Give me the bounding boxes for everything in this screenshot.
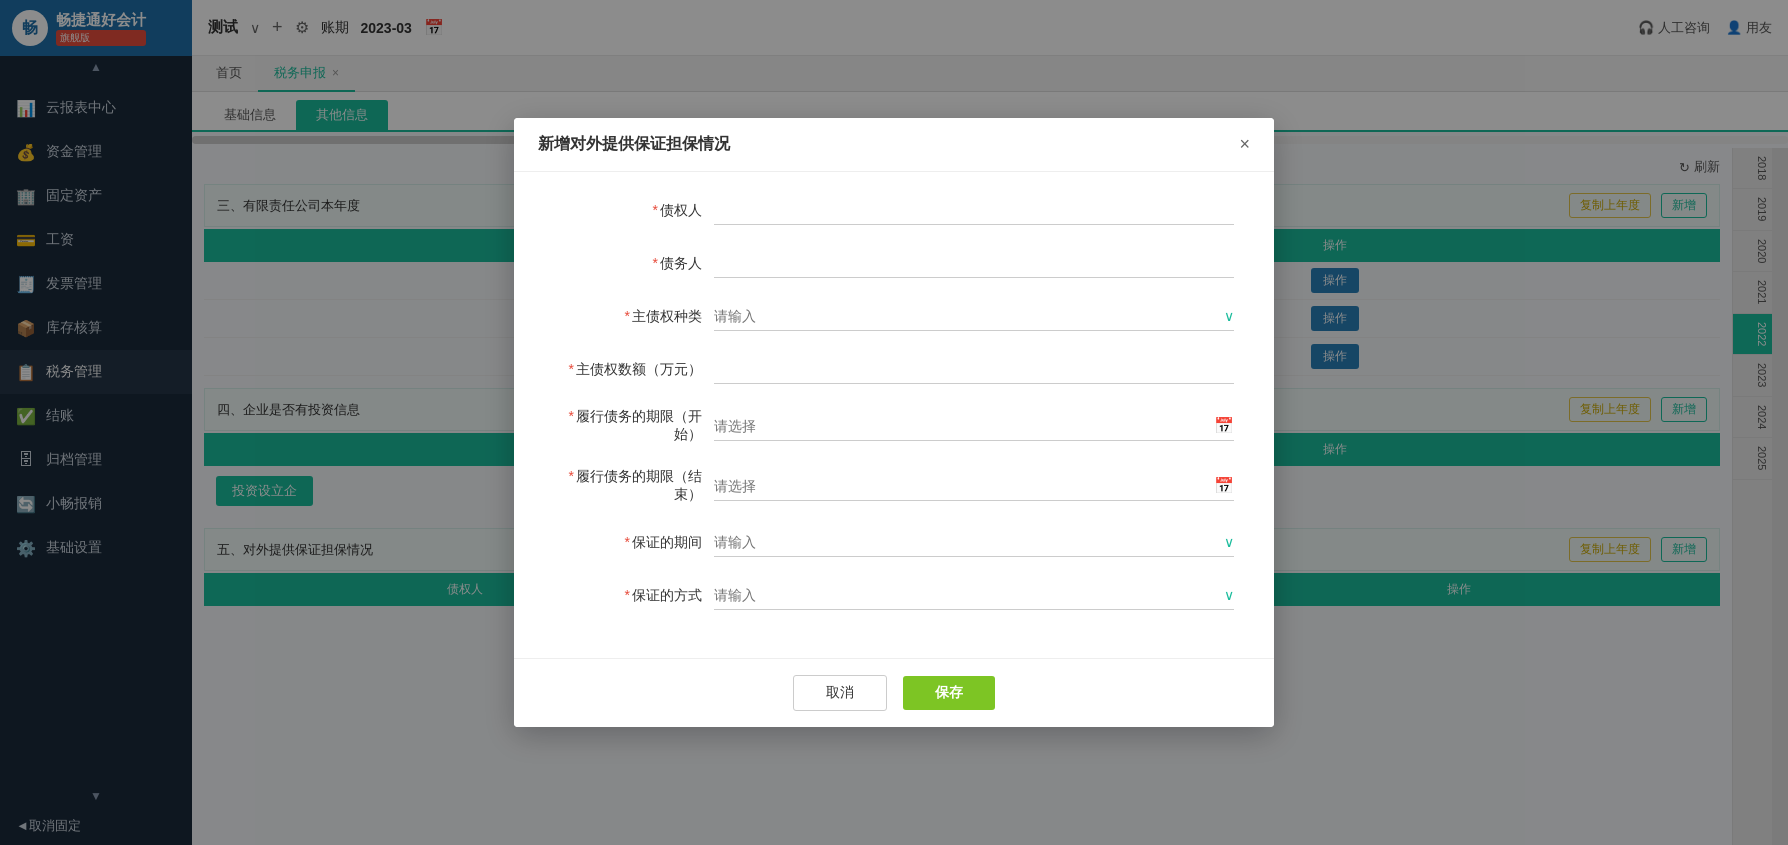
claim-type-label: *主债权种类 xyxy=(554,308,714,326)
claim-type-input[interactable] xyxy=(714,302,1224,330)
guarantee-method-input[interactable] xyxy=(714,581,1224,609)
guarantee-method-select-wrap: ∨ xyxy=(714,581,1234,610)
guarantee-method-dropdown-icon[interactable]: ∨ xyxy=(1224,587,1234,603)
guarantee-period-dropdown-icon[interactable]: ∨ xyxy=(1224,534,1234,550)
form-row-guarantee-period: *保证的期间 ∨ xyxy=(554,528,1234,557)
debt-start-label: *履行债务的期限（开始） xyxy=(554,408,714,444)
guarantee-period-select-wrap: ∨ xyxy=(714,528,1234,557)
modal-overlay: 新增对外提供保证担保情况 × *债权人 *债务人 *主债权种类 xyxy=(0,0,1788,845)
debt-end-calendar-icon[interactable]: 📅 xyxy=(1214,476,1234,495)
modal-close-button[interactable]: × xyxy=(1239,134,1250,155)
form-row-claim-type: *主债权种类 ∨ xyxy=(554,302,1234,331)
guarantee-period-input[interactable] xyxy=(714,528,1224,556)
form-row-debtor: *债务人 xyxy=(554,249,1234,278)
modal-footer: 取消 保存 xyxy=(514,658,1274,727)
form-row-claim-amount: *主债权数额（万元） xyxy=(554,355,1234,384)
debtor-label: *债务人 xyxy=(554,255,714,273)
claim-type-dropdown-icon[interactable]: ∨ xyxy=(1224,308,1234,324)
modal-header: 新增对外提供保证担保情况 × xyxy=(514,118,1274,172)
claim-type-select-wrap: ∨ xyxy=(714,302,1234,331)
modal: 新增对外提供保证担保情况 × *债权人 *债务人 *主债权种类 xyxy=(514,118,1274,727)
debt-start-date-wrap: 📅 xyxy=(714,412,1234,441)
modal-title: 新增对外提供保证担保情况 xyxy=(538,134,730,155)
debtor-input[interactable] xyxy=(714,249,1234,278)
guarantee-period-label: *保证的期间 xyxy=(554,534,714,552)
form-row-guarantee-method: *保证的方式 ∨ xyxy=(554,581,1234,610)
guarantee-method-label: *保证的方式 xyxy=(554,587,714,605)
form-row-creditor: *债权人 xyxy=(554,196,1234,225)
cancel-button[interactable]: 取消 xyxy=(793,675,887,711)
creditor-input[interactable] xyxy=(714,196,1234,225)
debt-end-input[interactable] xyxy=(714,472,1214,500)
save-button[interactable]: 保存 xyxy=(903,676,995,710)
debt-start-calendar-icon[interactable]: 📅 xyxy=(1214,416,1234,435)
creditor-label: *债权人 xyxy=(554,202,714,220)
debt-end-label: *履行债务的期限（结束） xyxy=(554,468,714,504)
debt-start-input[interactable] xyxy=(714,412,1214,440)
claim-amount-label: *主债权数额（万元） xyxy=(554,361,714,379)
claim-amount-input[interactable] xyxy=(714,355,1234,384)
form-row-debt-start: *履行债务的期限（开始） 📅 xyxy=(554,408,1234,444)
debt-end-date-wrap: 📅 xyxy=(714,472,1234,501)
form-row-debt-end: *履行债务的期限（结束） 📅 xyxy=(554,468,1234,504)
modal-body: *债权人 *债务人 *主债权种类 ∨ xyxy=(514,172,1274,658)
